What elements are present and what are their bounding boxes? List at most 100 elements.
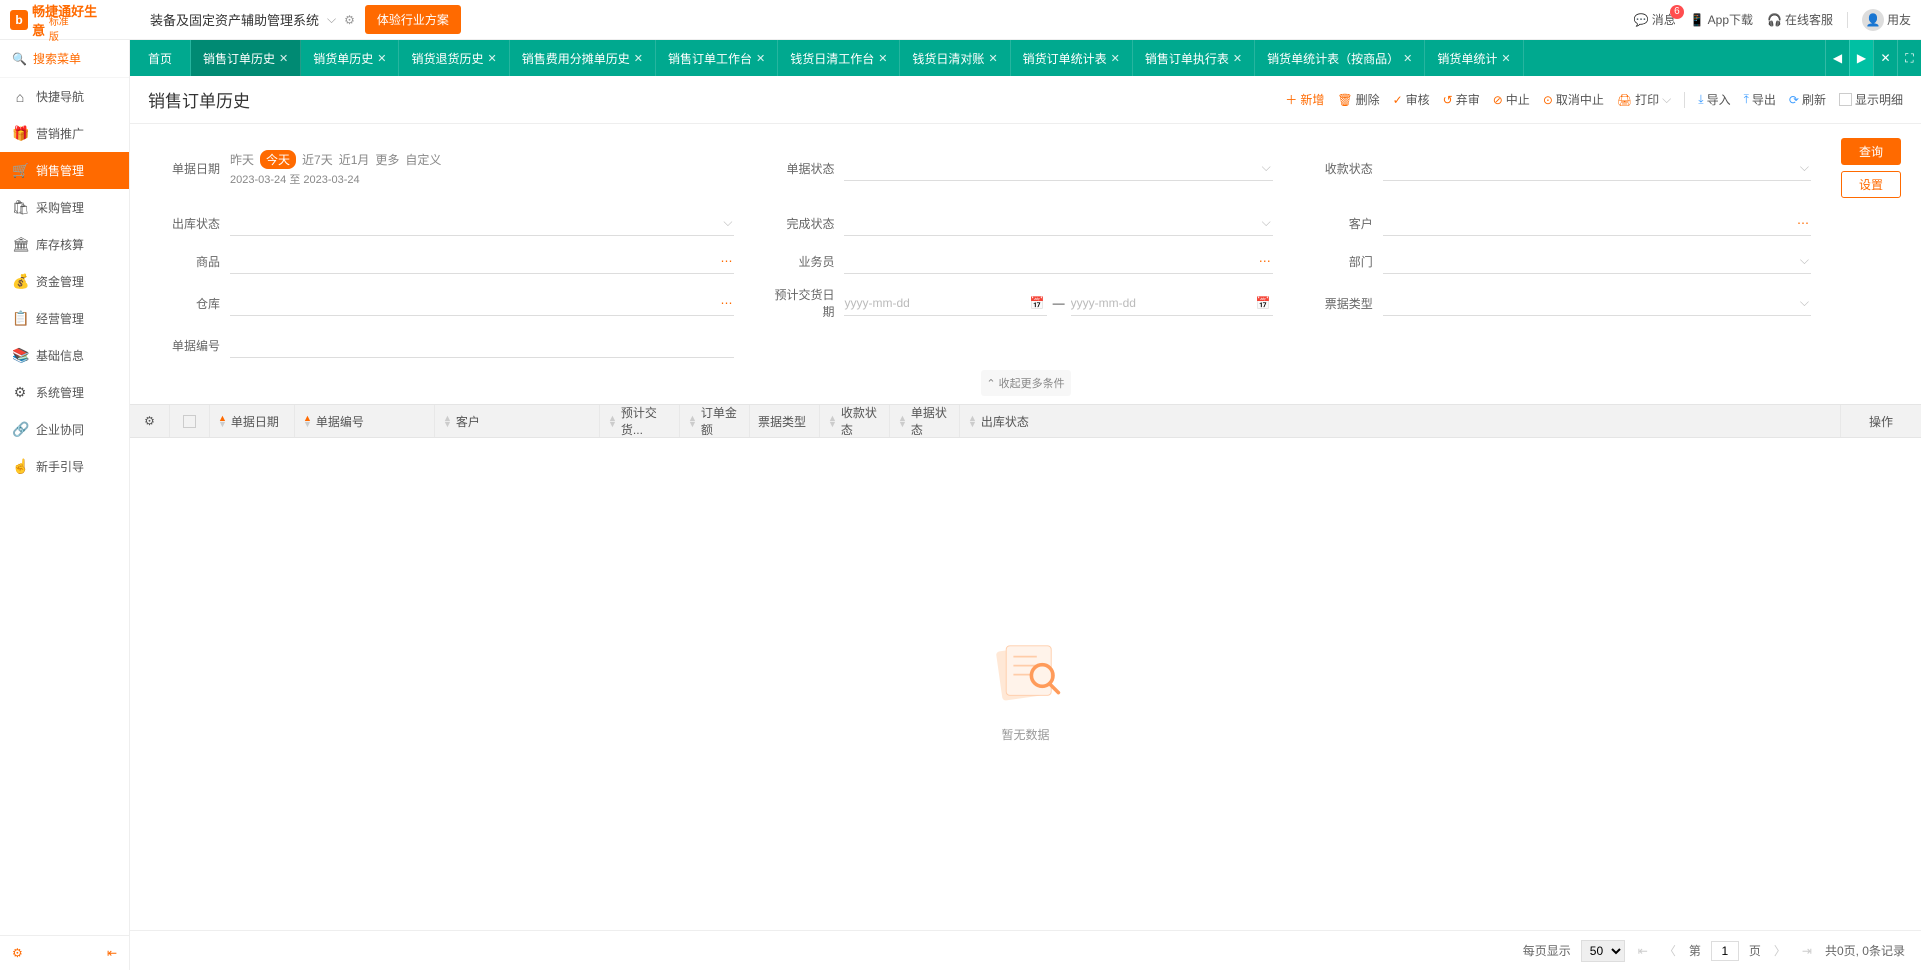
message-button[interactable]: 💬 消息 6	[1634, 11, 1676, 28]
warehouse-picker[interactable]: ⋯	[230, 290, 734, 316]
pager-next[interactable]: 〉	[1771, 942, 1789, 959]
th-config[interactable]: ⚙	[130, 405, 170, 437]
est-date-from[interactable]: 📅	[844, 290, 1046, 316]
salesman-picker[interactable]: ⋯	[844, 248, 1272, 274]
unstop-button[interactable]: ⊙取消中止	[1543, 91, 1604, 108]
refresh-button[interactable]: ⟳刷新	[1789, 91, 1826, 108]
page-input[interactable]	[1711, 941, 1739, 961]
doc-status-select[interactable]: ⌵	[844, 155, 1272, 181]
close-icon[interactable]: ✕	[488, 52, 497, 65]
tab-8[interactable]: 销售订单执行表✕	[1133, 40, 1255, 76]
th-pay[interactable]: ▲▼收款状态	[820, 405, 890, 437]
tab-home[interactable]: 首页	[130, 40, 191, 76]
th-customer[interactable]: ▲▼客户	[435, 405, 600, 437]
sidebar-item-7[interactable]: 📚基础信息	[0, 337, 129, 374]
tab-6[interactable]: 钱货日清对账✕	[900, 40, 1010, 76]
close-icon[interactable]: ✕	[878, 52, 887, 65]
date-quick-option[interactable]: 自定义	[405, 151, 441, 168]
audit-button[interactable]: ✓审核	[1393, 91, 1430, 108]
gear-icon[interactable]: ⚙	[344, 13, 355, 27]
dept-select[interactable]: ⌵	[1383, 248, 1811, 274]
import-button[interactable]: ⤓导入	[1698, 91, 1730, 108]
product-picker[interactable]: ⋯	[230, 248, 734, 274]
pager-first[interactable]: ⇤	[1635, 944, 1651, 958]
th-doc-no[interactable]: ▲▼单据编号	[295, 405, 435, 437]
tab-3[interactable]: 销售费用分摊单历史✕	[510, 40, 656, 76]
collapse-sidebar-icon[interactable]: ⇤	[107, 946, 117, 960]
print-button[interactable]: 🖨打印⌵	[1617, 91, 1671, 108]
th-deliver[interactable]: ▲▼预计交货...	[600, 405, 680, 437]
page-size-select[interactable]: 50	[1581, 940, 1625, 962]
show-detail-toggle[interactable]: 显示明细	[1839, 91, 1903, 108]
export-button[interactable]: ⤒导出	[1744, 91, 1776, 108]
th-status[interactable]: ▲▼单据状态	[890, 405, 960, 437]
sidebar-item-3[interactable]: 🛍采购管理	[0, 189, 129, 226]
th-ticket[interactable]: 票据类型	[750, 405, 820, 437]
delete-button[interactable]: 🗑删除	[1337, 91, 1379, 108]
sidebar-item-5[interactable]: 💰资金管理	[0, 263, 129, 300]
done-status-select[interactable]: ⌵	[844, 210, 1272, 236]
est-date-from-input[interactable]	[844, 296, 1046, 310]
close-icon[interactable]: ✕	[1111, 52, 1120, 65]
th-amount[interactable]: ▲▼订单金额	[680, 405, 750, 437]
tab-7[interactable]: 销货订单统计表✕	[1011, 40, 1133, 76]
tab-2[interactable]: 销货退货历史✕	[399, 40, 509, 76]
user-menu[interactable]: 👤 用友	[1862, 9, 1911, 31]
sidebar-item-10[interactable]: ☝新手引导	[0, 448, 129, 485]
collapse-filters-button[interactable]: ⌃ 收起更多条件	[981, 370, 1071, 396]
pager-prev[interactable]: 〈	[1661, 942, 1679, 959]
system-selector[interactable]: 装备及固定资产辅助管理系统 ⌵ ⚙	[150, 10, 355, 29]
th-checkbox[interactable]	[170, 405, 210, 437]
settings-icon[interactable]: ⚙	[12, 946, 23, 960]
sidebar-item-8[interactable]: ⚙系统管理	[0, 374, 129, 411]
doc-no-input[interactable]	[230, 332, 734, 358]
customer-picker[interactable]: ⋯	[1383, 210, 1811, 236]
th-doc-date[interactable]: ▲▼单据日期	[210, 405, 295, 437]
sidebar-item-9[interactable]: 🔗企业协同	[0, 411, 129, 448]
ticket-type-select[interactable]: ⌵	[1383, 290, 1811, 316]
tabs-close-all[interactable]: ✕	[1873, 40, 1897, 76]
date-quick-option[interactable]: 今天	[260, 150, 296, 169]
tabs-scroll-left[interactable]: ◀	[1825, 40, 1849, 76]
sidebar-item-6[interactable]: 📋经营管理	[0, 300, 129, 337]
close-icon[interactable]: ✕	[377, 52, 386, 65]
close-icon[interactable]: ✕	[634, 52, 643, 65]
date-quick-option[interactable]: 近1月	[339, 151, 370, 168]
pay-status-select[interactable]: ⌵	[1383, 155, 1811, 181]
sidebar-item-2[interactable]: 🛒销售管理	[0, 152, 129, 189]
query-button[interactable]: 查询	[1841, 138, 1901, 165]
tabs-fullscreen[interactable]: ⛶	[1897, 40, 1921, 76]
close-icon[interactable]: ✕	[756, 52, 765, 65]
close-icon[interactable]: ✕	[1501, 52, 1510, 65]
search-menu[interactable]: 🔍 搜索菜单	[0, 40, 129, 78]
sidebar-item-4[interactable]: 🏛库存核算	[0, 226, 129, 263]
add-button[interactable]: ＋新增	[1285, 91, 1324, 108]
doc-no-field[interactable]	[230, 338, 734, 352]
tab-1[interactable]: 销货单历史✕	[301, 40, 399, 76]
sidebar-item-1[interactable]: 🎁营销推广	[0, 115, 129, 152]
close-icon[interactable]: ✕	[279, 52, 288, 65]
date-quick-option[interactable]: 昨天	[230, 151, 254, 168]
online-service-button[interactable]: 🎧 在线客服	[1767, 11, 1833, 28]
sidebar-item-0[interactable]: ⌂快捷导航	[0, 78, 129, 115]
close-icon[interactable]: ✕	[1233, 52, 1242, 65]
close-icon[interactable]: ✕	[1403, 52, 1412, 65]
est-date-to[interactable]: 📅	[1071, 290, 1273, 316]
tabs-scroll-right[interactable]: ▶	[1849, 40, 1873, 76]
tab-9[interactable]: 销货单统计表（按商品）✕	[1255, 40, 1425, 76]
stop-button[interactable]: ⊘中止	[1493, 91, 1530, 108]
out-status-select[interactable]: ⌵	[230, 210, 734, 236]
date-quick-option[interactable]: 近7天	[302, 151, 333, 168]
tab-0[interactable]: 销售订单历史✕	[191, 40, 301, 76]
discard-button[interactable]: ↺弃审	[1443, 91, 1480, 108]
tab-5[interactable]: 钱货日清工作台✕	[778, 40, 900, 76]
industry-plan-button[interactable]: 体验行业方案	[365, 5, 461, 34]
app-download-button[interactable]: 📱 App下载	[1690, 11, 1753, 28]
pager-last[interactable]: ⇥	[1799, 944, 1815, 958]
th-out[interactable]: ▲▼出库状态	[960, 405, 1841, 437]
close-icon[interactable]: ✕	[988, 52, 997, 65]
setting-button[interactable]: 设置	[1841, 171, 1901, 198]
tab-4[interactable]: 销售订单工作台✕	[656, 40, 778, 76]
date-quick-option[interactable]: 更多	[375, 151, 399, 168]
tab-10[interactable]: 销货单统计✕	[1425, 40, 1523, 76]
